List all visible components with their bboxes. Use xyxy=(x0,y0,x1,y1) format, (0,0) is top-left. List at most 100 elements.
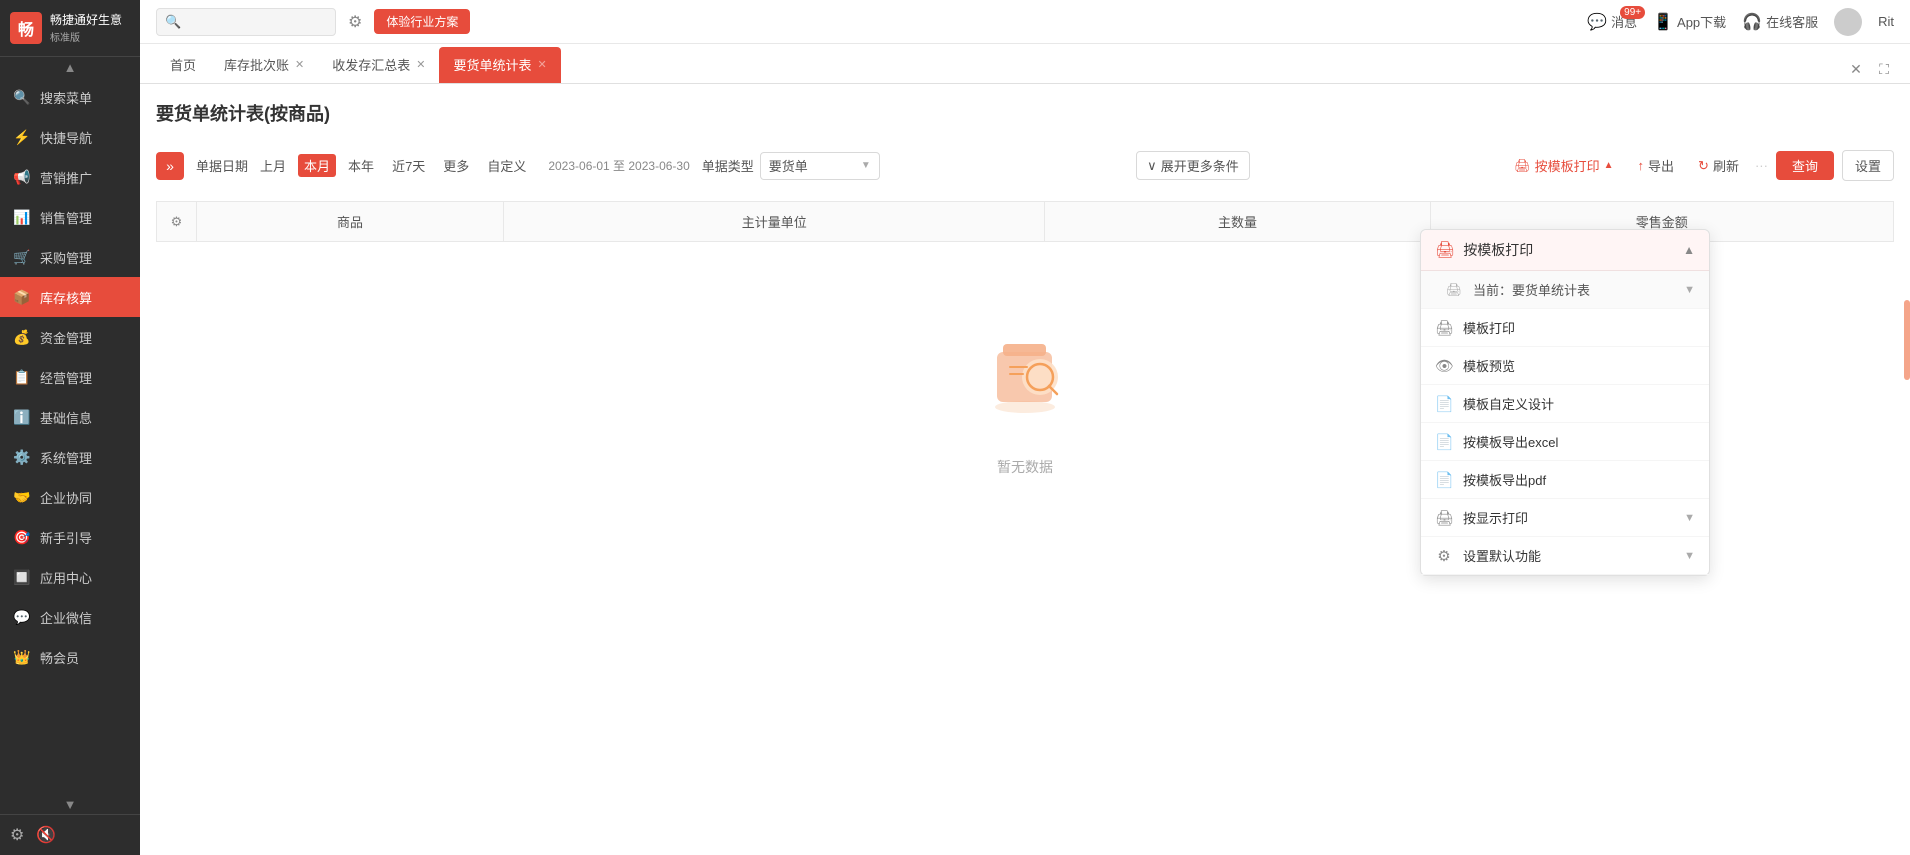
date-filter-label: 单据日期 xyxy=(196,156,248,175)
app-download-item[interactable]: 📱 App下载 xyxy=(1653,12,1726,32)
settings-button[interactable]: 设置 xyxy=(1842,150,1894,181)
sidebar: 畅 畅捷通好生意 标准版 ▲ 🔍 搜索菜单 ⚡ 快捷导航 📢 营销推广 📊 销售… xyxy=(0,0,140,855)
tab-order-summary-close[interactable]: ✕ xyxy=(538,58,547,71)
tab-inventory-batch[interactable]: 库存批次账 ✕ xyxy=(210,47,318,83)
refresh-button[interactable]: ↻ 刷新 xyxy=(1690,152,1747,179)
tab-home[interactable]: 首页 xyxy=(156,47,210,83)
date-btn-custom[interactable]: 自定义 xyxy=(481,154,532,177)
sidebar-item-enterprise[interactable]: 🤝 企业协同 xyxy=(0,477,140,517)
dropdown-template-export-excel[interactable]: 📄 按模板导出excel xyxy=(1421,423,1709,461)
tab-receipt-summary-close[interactable]: ✕ xyxy=(416,58,425,71)
refresh-label: 刷新 xyxy=(1713,156,1739,175)
window-expand-icon[interactable]: ⛶ xyxy=(1874,59,1894,79)
sidebar-item-shortcut[interactable]: ⚡ 快捷导航 xyxy=(0,117,140,157)
tab-bar-controls: ✕ ⛶ xyxy=(1846,59,1894,83)
query-button[interactable]: 查询 xyxy=(1776,151,1834,180)
template-pdf-icon: 📄 xyxy=(1435,471,1453,489)
topbar-search-box[interactable]: 🔍 xyxy=(156,8,336,36)
sidebar-bottom: ⚙ 🔇 xyxy=(0,814,140,855)
current-template-label: 当前：要货单统计表 xyxy=(1473,280,1590,299)
template-design-icon: 📄 xyxy=(1435,395,1453,413)
date-btn-more[interactable]: 更多 xyxy=(437,154,475,177)
print-button[interactable]: 🖨 按模板打印 ▲ xyxy=(1506,152,1621,179)
topbar: 🔍 ⚙ 体验行业方案 💬 消息 99+ 📱 App下载 🎧 在线客服 Rit xyxy=(140,0,1910,44)
member-icon: 👑 xyxy=(12,647,32,667)
experience-button[interactable]: 体验行业方案 xyxy=(374,9,470,34)
tab-receipt-summary[interactable]: 收发存汇总表 ✕ xyxy=(318,47,439,83)
main-area: 🔍 ⚙ 体验行业方案 💬 消息 99+ 📱 App下载 🎧 在线客服 Rit xyxy=(140,0,1910,855)
sidebar-scroll-down[interactable]: ▼ xyxy=(0,794,140,814)
messages-item[interactable]: 💬 消息 99+ xyxy=(1587,12,1637,32)
dropdown-template-design[interactable]: 📄 模板自定义设计 xyxy=(1421,385,1709,423)
sidebar-item-marketing[interactable]: 📢 营销推广 xyxy=(0,157,140,197)
tab-inventory-batch-close[interactable]: ✕ xyxy=(295,58,304,71)
sidebar-item-member[interactable]: 👑 畅会员 xyxy=(0,637,140,677)
sidebar-item-apps[interactable]: 🔲 应用中心 xyxy=(0,557,140,597)
dropdown-display-print[interactable]: 🖨 按显示打印 ▼ xyxy=(1421,499,1709,537)
expand-conditions-button[interactable]: ∨ 展开更多条件 xyxy=(1136,151,1250,180)
topbar-search-input[interactable] xyxy=(187,15,307,29)
sidebar-item-basic[interactable]: ℹ️ 基础信息 xyxy=(0,397,140,437)
dropdown-template-export-pdf[interactable]: 📄 按模板导出pdf xyxy=(1421,461,1709,499)
tab-order-summary[interactable]: 要货单统计表 ✕ xyxy=(439,47,560,83)
sidebar-item-purchase[interactable]: 🛒 采购管理 xyxy=(0,237,140,277)
table-col-quantity: 主数量 xyxy=(1045,202,1430,242)
table-col-product: 商品 xyxy=(197,202,504,242)
dropdown-template-preview[interactable]: 👁 模板预览 xyxy=(1421,347,1709,385)
sidebar-item-inventory[interactable]: 📦 库存核算 xyxy=(0,277,140,317)
system-icon: ⚙️ xyxy=(12,447,32,467)
online-service-item[interactable]: 🎧 在线客服 xyxy=(1742,12,1818,32)
date-btn-last-month[interactable]: 上月 xyxy=(254,154,292,177)
current-template-icon: 🖨 xyxy=(1445,282,1463,298)
dropdown-header[interactable]: 🖨 按模板打印 ▲ xyxy=(1421,230,1709,271)
sidebar-item-wechat[interactable]: 💬 企业微信 xyxy=(0,597,140,637)
action-divider: ··· xyxy=(1755,158,1768,173)
scrollbar-thumb[interactable] xyxy=(1904,300,1910,380)
sidebar-scroll-up[interactable]: ▲ xyxy=(0,57,140,77)
type-select-arrow: ▼ xyxy=(861,160,871,171)
table-settings-icon[interactable]: ⚙ xyxy=(171,214,183,229)
sidebar-item-finance[interactable]: 💰 资金管理 xyxy=(0,317,140,357)
sidebar-item-system[interactable]: ⚙️ 系统管理 xyxy=(0,437,140,477)
sidebar-logo: 畅 畅捷通好生意 标准版 xyxy=(0,0,140,57)
filter-toggle-button[interactable]: » xyxy=(156,152,184,180)
sound-icon[interactable]: 🔇 xyxy=(36,825,56,845)
template-excel-label: 按模板导出excel xyxy=(1463,432,1558,451)
sidebar-item-operation[interactable]: 📋 经营管理 xyxy=(0,357,140,397)
page-title: 要货单统计表(按商品) xyxy=(156,100,1894,126)
topbar-search-icon: 🔍 xyxy=(165,14,181,30)
sidebar-item-search[interactable]: 🔍 搜索菜单 xyxy=(0,77,140,117)
expand-label: 展开更多条件 xyxy=(1161,156,1239,175)
user-avatar xyxy=(1834,8,1862,36)
window-close-icon[interactable]: ✕ xyxy=(1846,59,1866,79)
filter-bar: » 单据日期 上月 本月 本年 近7天 更多 自定义 2023-06-01 至 … xyxy=(156,142,1894,189)
shortcut-icon: ⚡ xyxy=(12,127,32,147)
type-filter-select[interactable]: 要货单 ▼ xyxy=(760,152,880,180)
export-button[interactable]: ↑ 导出 xyxy=(1630,152,1683,179)
filter-toggle-icon: » xyxy=(166,158,174,174)
dropdown-current-template[interactable]: 🖨 当前：要货单统计表 ▼ xyxy=(1421,271,1709,309)
dropdown-menu: 🖨 按模板打印 ▲ 🖨 当前：要货单统计表 ▼ 🖨 模板打印 👁 模板预览 xyxy=(1420,229,1710,576)
dropdown-default-func[interactable]: ⚙ 设置默认功能 ▼ xyxy=(1421,537,1709,575)
refresh-icon: ↻ xyxy=(1698,158,1709,174)
topbar-right: 💬 消息 99+ 📱 App下载 🎧 在线客服 Rit xyxy=(1587,8,1894,36)
inventory-icon: 📦 xyxy=(12,287,32,307)
sidebar-item-sales[interactable]: 📊 销售管理 xyxy=(0,197,140,237)
dropdown-template-print[interactable]: 🖨 模板打印 xyxy=(1421,309,1709,347)
sidebar-item-guide[interactable]: 🎯 新手引导 xyxy=(0,517,140,557)
date-btn-this-month[interactable]: 本月 xyxy=(298,154,336,177)
topbar-settings-icon[interactable]: ⚙ xyxy=(348,12,362,32)
message-icon: 💬 xyxy=(1587,12,1607,32)
display-print-label: 按显示打印 xyxy=(1463,508,1528,527)
date-btn-this-year[interactable]: 本年 xyxy=(342,154,380,177)
template-excel-icon: 📄 xyxy=(1435,433,1453,451)
messages-badge: 99+ xyxy=(1620,6,1645,19)
settings-bottom-icon[interactable]: ⚙ xyxy=(10,825,24,845)
date-btn-7days[interactable]: 近7天 xyxy=(386,154,431,177)
logo-text: 畅捷通好生意 标准版 xyxy=(50,12,122,44)
content-area: 要货单统计表(按商品) » 单据日期 上月 本月 本年 近7天 更多 自定义 2… xyxy=(140,84,1910,855)
tab-inventory-batch-label: 库存批次账 xyxy=(224,55,289,74)
username-label: Rit xyxy=(1878,14,1894,29)
user-avatar-item[interactable] xyxy=(1834,8,1862,36)
app-download-icon: 📱 xyxy=(1653,12,1673,32)
